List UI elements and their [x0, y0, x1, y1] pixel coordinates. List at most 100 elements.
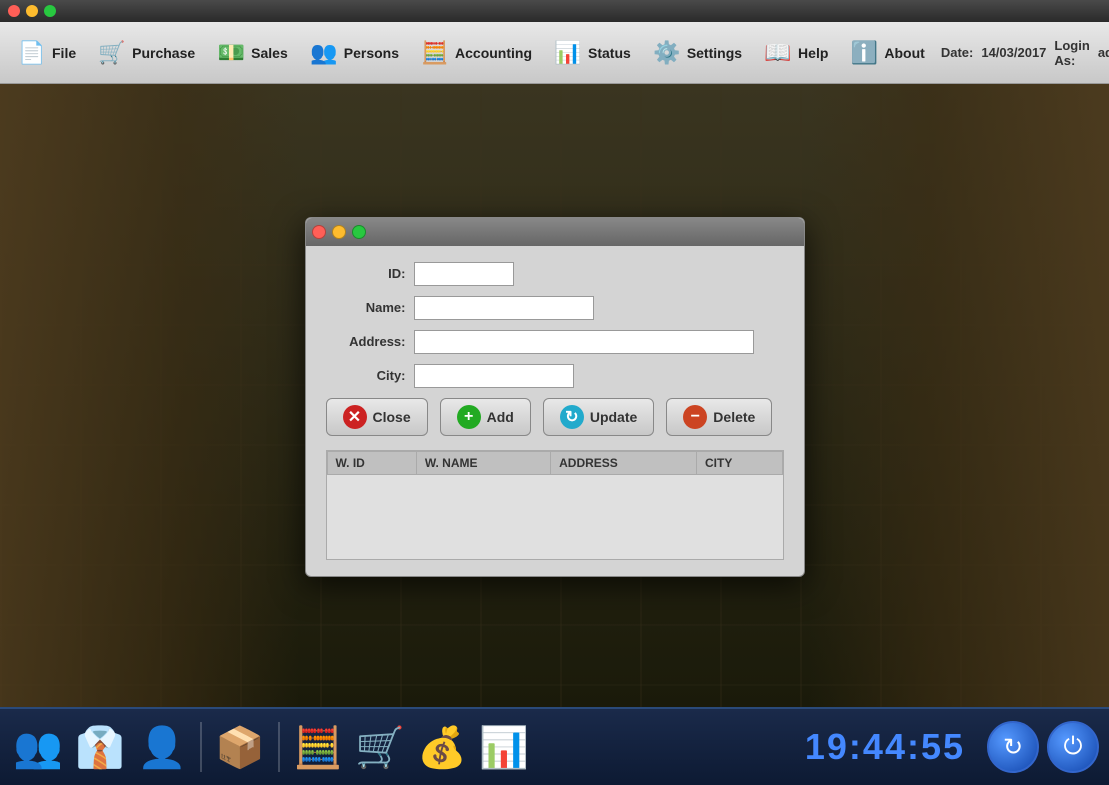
warehouse-dialog: ID: Name: Address: City: ✕: [305, 217, 805, 577]
menu-about[interactable]: ℹ️ About: [840, 33, 932, 73]
purchase-icon: 🛒: [96, 37, 128, 69]
add-button[interactable]: + Add: [440, 398, 531, 436]
add-btn-label: Add: [487, 409, 514, 425]
menu-purchase-label: Purchase: [132, 45, 195, 61]
login-value: admin: [1098, 45, 1109, 60]
update-button[interactable]: ↻ Update: [543, 398, 654, 436]
close-btn-icon: ✕: [343, 405, 367, 429]
persons-icon: 👥: [308, 37, 340, 69]
taskbar-dollar[interactable]: 💰: [414, 719, 470, 775]
menu-bar: 📄 File 🛒 Purchase 💵 Sales 👥 Persons 🧮 Ac…: [0, 22, 1109, 84]
staff-icon: 👤: [137, 724, 187, 771]
dialog-body: ID: Name: Address: City: ✕: [306, 246, 804, 576]
accounting-icon: 🧮: [419, 37, 451, 69]
cube-icon: 📦: [215, 724, 265, 771]
name-label: Name:: [326, 300, 406, 315]
about-icon: ℹ️: [848, 37, 880, 69]
taskbar-cart[interactable]: 🛒: [352, 719, 408, 775]
address-row: Address:: [326, 330, 784, 354]
file-icon: 📄: [16, 37, 48, 69]
dialog-minimize-btn[interactable]: [332, 225, 346, 239]
menu-date-area: Date: 14/03/2017 Login As: admin: [941, 38, 1109, 68]
menu-file[interactable]: 📄 File: [8, 33, 84, 73]
menu-settings[interactable]: ⚙️ Settings: [643, 33, 750, 73]
delete-btn-icon: −: [683, 405, 707, 429]
login-label: Login As:: [1054, 38, 1089, 68]
id-label: ID:: [326, 266, 406, 281]
city-input[interactable]: [414, 364, 574, 388]
shelf-right: [809, 84, 1109, 709]
col-wname: W. NAME: [416, 451, 550, 474]
menu-sales[interactable]: 💵 Sales: [207, 33, 296, 73]
menu-purchase[interactable]: 🛒 Purchase: [88, 33, 203, 73]
menu-sales-label: Sales: [251, 45, 288, 61]
close-btn-label: Close: [373, 409, 411, 425]
help-icon: 📖: [762, 37, 794, 69]
menu-persons[interactable]: 👥 Persons: [300, 33, 407, 73]
settings-icon: ⚙️: [651, 37, 683, 69]
id-row: ID:: [326, 262, 784, 286]
taskbar-clock: 19:44:55: [805, 726, 965, 768]
address-input[interactable]: [414, 330, 754, 354]
taskbar-manager[interactable]: 👔: [72, 719, 128, 775]
dialog-titlebar: [306, 218, 804, 246]
delete-button[interactable]: − Delete: [666, 398, 772, 436]
col-city: CITY: [697, 451, 782, 474]
taskbar-sep1: [200, 722, 202, 772]
name-row: Name:: [326, 296, 784, 320]
date-value: 14/03/2017: [981, 45, 1046, 60]
menu-help[interactable]: 📖 Help: [754, 33, 836, 73]
chart-icon: 📊: [479, 724, 529, 771]
menu-status[interactable]: 📊 Status: [544, 33, 639, 73]
id-input[interactable]: [414, 262, 514, 286]
col-wid: W. ID: [327, 451, 416, 474]
taskbar-calculator[interactable]: 🧮: [290, 719, 346, 775]
date-label: Date:: [941, 45, 974, 60]
menu-accounting[interactable]: 🧮 Accounting: [411, 33, 540, 73]
menu-help-label: Help: [798, 45, 828, 61]
dialog-maximize-btn[interactable]: [352, 225, 366, 239]
power-button[interactable]: ⏻: [1047, 721, 1099, 773]
cart-icon: 🛒: [355, 724, 405, 771]
table-wrapper[interactable]: W. ID W. NAME ADDRESS CITY: [326, 450, 784, 560]
taskbar-sep2: [278, 722, 280, 772]
menu-status-label: Status: [588, 45, 631, 61]
city-row: City:: [326, 364, 784, 388]
taskbar-cube[interactable]: 📦: [212, 719, 268, 775]
dialog-close-btn[interactable]: [312, 225, 326, 239]
taskbar-right-buttons: ↻ ⏻: [987, 721, 1099, 773]
dollar-icon: 💰: [417, 724, 467, 771]
menu-about-label: About: [884, 45, 924, 61]
refresh-button[interactable]: ↻: [987, 721, 1039, 773]
sales-icon: 💵: [215, 37, 247, 69]
city-label: City:: [326, 368, 406, 383]
window-maximize-btn[interactable]: [44, 5, 56, 17]
update-btn-icon: ↻: [560, 405, 584, 429]
menu-persons-label: Persons: [344, 45, 399, 61]
button-row: ✕ Close + Add ↻ Update − Delete: [326, 398, 784, 436]
users-group-icon: 👥: [13, 724, 63, 771]
calculator-icon: 🧮: [293, 724, 343, 771]
window-minimize-btn[interactable]: [26, 5, 38, 17]
status-icon: 📊: [552, 37, 584, 69]
warehouse-table: W. ID W. NAME ADDRESS CITY: [327, 451, 783, 475]
taskbar-staff[interactable]: 👤: [134, 719, 190, 775]
taskbar-users-group[interactable]: 👥: [10, 719, 66, 775]
close-button[interactable]: ✕ Close: [326, 398, 428, 436]
menu-settings-label: Settings: [687, 45, 742, 61]
taskbar: 👥 👔 👤 📦 🧮 🛒 💰 📊 19:44:55 ↻ ⏻: [0, 707, 1109, 785]
manager-icon: 👔: [75, 724, 125, 771]
col-address: ADDRESS: [551, 451, 697, 474]
menu-accounting-label: Accounting: [455, 45, 532, 61]
table-header-row: W. ID W. NAME ADDRESS CITY: [327, 451, 782, 474]
add-btn-icon: +: [457, 405, 481, 429]
delete-btn-label: Delete: [713, 409, 755, 425]
taskbar-chart[interactable]: 📊: [476, 719, 532, 775]
name-input[interactable]: [414, 296, 594, 320]
shelf-left: [0, 84, 300, 709]
menu-file-label: File: [52, 45, 76, 61]
window-close-btn[interactable]: [8, 5, 20, 17]
address-label: Address:: [326, 334, 406, 349]
update-btn-label: Update: [590, 409, 637, 425]
title-bar: [0, 0, 1109, 22]
